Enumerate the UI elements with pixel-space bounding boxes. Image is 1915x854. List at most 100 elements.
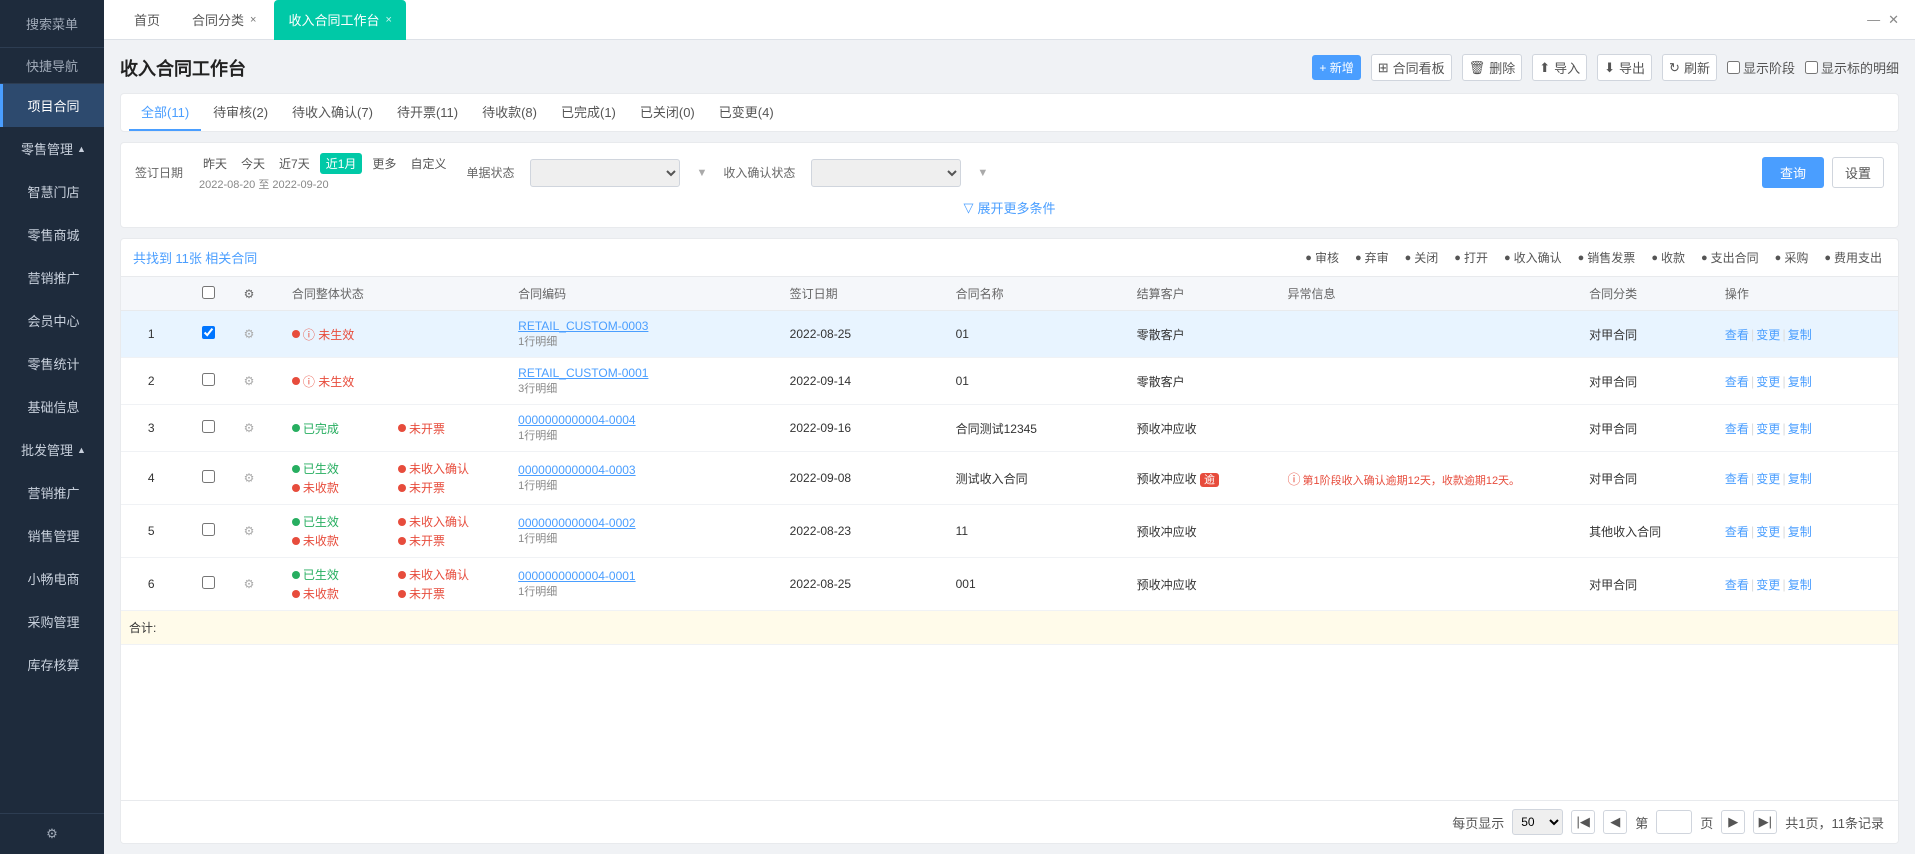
action-变更[interactable]: 变更 <box>1756 578 1780 592</box>
action-变更[interactable]: 变更 <box>1756 328 1780 342</box>
sidebar-item-marketing2[interactable]: 营销推广 <box>0 471 104 514</box>
next-page-btn[interactable]: ▶ <box>1721 810 1745 834</box>
date-btn-7days[interactable]: 近7天 <box>275 153 314 174</box>
action-btn-abandon[interactable]: ● 弃审 <box>1351 247 1393 268</box>
status-tab-changed[interactable]: 已变更(4) <box>707 94 786 131</box>
cell-gear[interactable]: ⚙ <box>236 452 284 505</box>
tab-home[interactable]: 首页 <box>120 0 174 40</box>
sidebar-item-project[interactable]: 项目合同 <box>0 84 104 127</box>
code-link[interactable]: 0000000000004-0003 <box>518 463 635 477</box>
action-btn-close[interactable]: ● 关闭 <box>1401 247 1443 268</box>
action-查看[interactable]: 查看 <box>1725 422 1749 436</box>
action-btn-purchase[interactable]: ● 采购 <box>1771 247 1813 268</box>
action-查看[interactable]: 查看 <box>1725 375 1749 389</box>
tab-close-icon[interactable]: × <box>250 14 256 26</box>
action-复制[interactable]: 复制 <box>1788 422 1812 436</box>
status-tab-pending-payment[interactable]: 待收款(8) <box>470 94 549 131</box>
select-all-checkbox[interactable] <box>202 286 215 299</box>
row-checkbox[interactable] <box>202 326 215 339</box>
refresh-button[interactable]: ↻ 刷新 <box>1662 54 1717 81</box>
code-link[interactable]: RETAIL_CUSTOM-0001 <box>518 366 648 380</box>
code-link[interactable]: RETAIL_CUSTOM-0003 <box>518 319 648 333</box>
tab-contract-category[interactable]: 合同分类× <box>178 0 270 40</box>
delete-button[interactable]: 🗑 删除 <box>1462 54 1523 81</box>
action-复制[interactable]: 复制 <box>1788 328 1812 342</box>
cell-gear[interactable]: ⚙ <box>236 405 284 452</box>
status-tab-all[interactable]: 全部(11) <box>129 94 201 131</box>
new-button[interactable]: + 新增 <box>1312 55 1360 80</box>
action-复制[interactable]: 复制 <box>1788 578 1812 592</box>
sidebar-item-inventory[interactable]: 库存核算 <box>0 643 104 686</box>
import-button[interactable]: ⬆ 导入 <box>1532 54 1587 81</box>
doc-status-select[interactable] <box>530 159 680 187</box>
action-变更[interactable]: 变更 <box>1756 472 1780 486</box>
sidebar-item-wholesale[interactable]: 批发管理▲ <box>0 428 104 471</box>
status-tab-closed[interactable]: 已关闭(0) <box>628 94 707 131</box>
sidebar-item-retail-mall[interactable]: 零售商城 <box>0 213 104 256</box>
sidebar-item-sales-mgmt[interactable]: 销售管理 <box>0 514 104 557</box>
action-btn-cost-out[interactable]: ● 费用支出 <box>1820 247 1886 268</box>
code-link[interactable]: 0000000000004-0002 <box>518 516 635 530</box>
action-btn-income-confirm[interactable]: ● 收入确认 <box>1500 247 1566 268</box>
date-btn-yesterday[interactable]: 昨天 <box>199 153 231 174</box>
date-btn-today[interactable]: 今天 <box>237 153 269 174</box>
export-button[interactable]: ⬇ 导出 <box>1597 54 1652 81</box>
action-btn-expense-out[interactable]: ● 支出合同 <box>1697 247 1763 268</box>
first-page-btn[interactable]: |◀ <box>1571 810 1595 834</box>
code-link[interactable]: 0000000000004-0001 <box>518 569 635 583</box>
sidebar-search[interactable]: 搜索菜单 <box>0 0 104 48</box>
action-查看[interactable]: 查看 <box>1725 525 1749 539</box>
kanban-button[interactable]: ⊞ 合同看板 <box>1371 54 1452 81</box>
status-tab-pending-invoice[interactable]: 待开票(11) <box>385 94 470 131</box>
status-tab-pending-review[interactable]: 待审核(2) <box>201 94 280 131</box>
page-size-select[interactable]: 102050100 <box>1512 809 1563 835</box>
cell-gear[interactable]: ⚙ <box>236 311 284 358</box>
cell-gear[interactable]: ⚙ <box>236 558 284 611</box>
action-btn-review[interactable]: ● 审核 <box>1301 247 1343 268</box>
action-变更[interactable]: 变更 <box>1756 525 1780 539</box>
last-page-btn[interactable]: ▶| <box>1753 810 1777 834</box>
row-checkbox[interactable] <box>202 470 215 483</box>
income-confirm-select[interactable] <box>811 159 961 187</box>
query-button[interactable]: 查询 <box>1762 157 1824 188</box>
row-checkbox[interactable] <box>202 576 215 589</box>
expand-more-btn[interactable]: ▽ 展开更多条件 <box>135 198 1884 217</box>
cell-gear[interactable]: ⚙ <box>236 358 284 405</box>
sidebar-item-smart-store[interactable]: 智慧门店 <box>0 170 104 213</box>
sidebar-item-marketing[interactable]: 营销推广 <box>0 256 104 299</box>
action-查看[interactable]: 查看 <box>1725 472 1749 486</box>
status-tab-completed[interactable]: 已完成(1) <box>549 94 628 131</box>
cell-gear[interactable]: ⚙ <box>236 505 284 558</box>
sidebar-item-retail-stats[interactable]: 零售统计 <box>0 342 104 385</box>
action-btn-sales-invoice[interactable]: ● 销售发票 <box>1574 247 1640 268</box>
action-查看[interactable]: 查看 <box>1725 578 1749 592</box>
sidebar-item-ecommerce[interactable]: 小畅电商 <box>0 557 104 600</box>
sidebar-nav[interactable]: 快捷导航 <box>0 48 104 84</box>
date-btn-more[interactable]: 更多 <box>368 153 400 174</box>
tab-close-icon[interactable]: × <box>385 14 391 26</box>
action-查看[interactable]: 查看 <box>1725 328 1749 342</box>
page-input[interactable]: 1 <box>1656 810 1692 834</box>
action-复制[interactable]: 复制 <box>1788 375 1812 389</box>
action-变更[interactable]: 变更 <box>1756 422 1780 436</box>
prev-page-btn[interactable]: ◀ <box>1603 810 1627 834</box>
action-复制[interactable]: 复制 <box>1788 472 1812 486</box>
row-checkbox[interactable] <box>202 420 215 433</box>
setting-button[interactable]: 设置 <box>1832 157 1884 188</box>
show-detail-checkbox[interactable]: 显示标的明细 <box>1805 58 1899 77</box>
action-变更[interactable]: 变更 <box>1756 375 1780 389</box>
window-minimize-icon[interactable]: — <box>1867 12 1880 28</box>
action-复制[interactable]: 复制 <box>1788 525 1812 539</box>
sidebar-item-purchase[interactable]: 采购管理 <box>0 600 104 643</box>
row-checkbox[interactable] <box>202 373 215 386</box>
sidebar-item-member[interactable]: 会员中心 <box>0 299 104 342</box>
tab-income-contract[interactable]: 收入合同工作台× <box>274 0 405 40</box>
sidebar-item-basic-info[interactable]: 基础信息 <box>0 385 104 428</box>
window-close-icon[interactable]: ✕ <box>1888 12 1899 28</box>
show-stage-checkbox[interactable]: 显示阶段 <box>1727 58 1795 77</box>
sidebar-settings[interactable]: ⚙ <box>0 813 104 854</box>
date-btn-1month[interactable]: 近1月 <box>320 153 363 174</box>
sidebar-item-retail-mgmt[interactable]: 零售管理▲ <box>0 127 104 170</box>
date-btn-custom[interactable]: 自定义 <box>406 153 450 174</box>
action-btn-open[interactable]: ● 打开 <box>1450 247 1492 268</box>
